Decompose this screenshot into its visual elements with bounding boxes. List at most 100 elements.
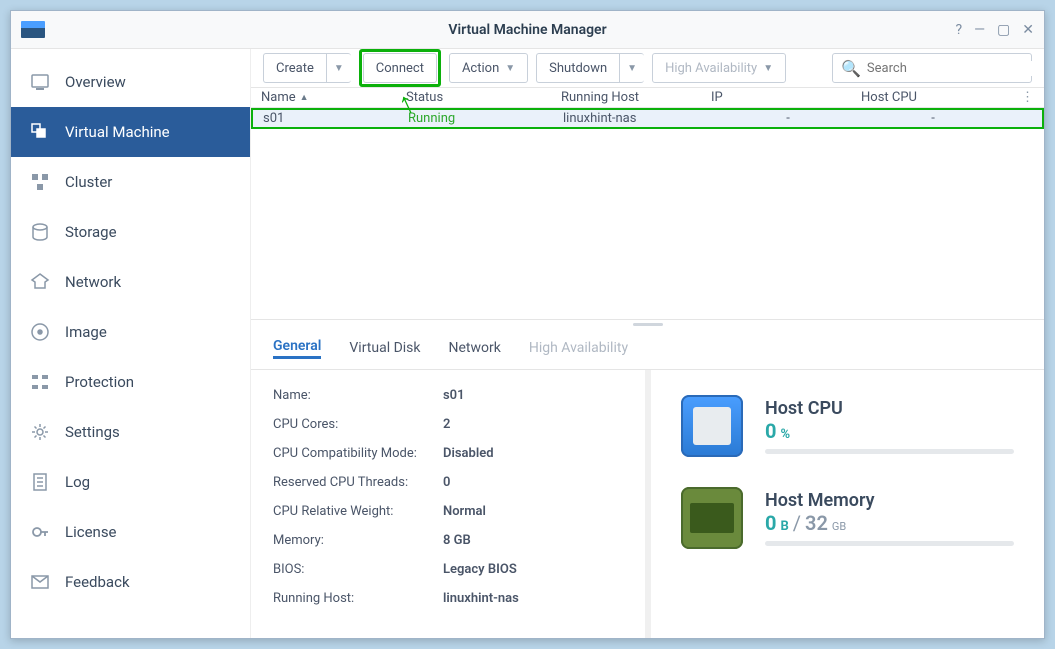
minimize-icon[interactable]: — — [974, 22, 985, 38]
action-button[interactable]: Action ▼ — [449, 53, 528, 83]
settings-icon — [29, 421, 51, 443]
sidebar-item-log[interactable]: Log — [11, 457, 250, 507]
col-more-icon[interactable]: ⋮ — [1021, 90, 1034, 105]
col-status[interactable]: Status — [406, 90, 561, 105]
sidebar-label: Storage — [65, 223, 117, 241]
create-caret[interactable]: ▼ — [326, 53, 351, 83]
prop-value: Legacy BIOS — [443, 562, 517, 577]
sidebar-item-cluster[interactable]: Cluster — [11, 157, 250, 207]
sidebar-label: Feedback — [65, 573, 130, 591]
license-icon — [29, 521, 51, 543]
sidebar-item-image[interactable]: Image — [11, 307, 250, 357]
chevron-down-icon: ▼ — [505, 63, 515, 74]
gauge-bar — [765, 541, 1014, 546]
sidebar-item-feedback[interactable]: Feedback — [11, 557, 250, 607]
action-label: Action — [462, 61, 499, 76]
prop-value: Normal — [443, 504, 486, 519]
sidebar-label: Log — [65, 473, 90, 491]
close-icon[interactable]: ✕ — [1022, 22, 1034, 38]
image-icon — [29, 321, 51, 343]
prop-label: Name: — [273, 388, 443, 403]
cell-status: Running — [408, 111, 563, 126]
prop-label: Reserved CPU Threads: — [273, 475, 443, 490]
cpu-icon — [681, 395, 743, 457]
sidebar-label: Settings — [65, 423, 120, 441]
col-host[interactable]: Running Host — [561, 90, 711, 105]
sidebar-label: Image — [65, 323, 107, 341]
sidebar-label: Protection — [65, 373, 134, 391]
cell-host: linuxhint-nas — [563, 111, 713, 126]
help-icon[interactable]: ? — [955, 22, 962, 38]
chevron-down-icon: ▼ — [763, 63, 773, 74]
connect-button[interactable]: Connect — [363, 53, 437, 83]
prop-label: BIOS: — [273, 562, 443, 577]
window-title: Virtual Machine Manager — [448, 22, 606, 38]
detail-tabs: General Virtual Disk Network High Availa… — [251, 328, 1044, 370]
vm-icon — [29, 121, 51, 143]
sidebar-label: Virtual Machine — [65, 123, 170, 141]
search-box[interactable]: 🔍 — [832, 53, 1032, 83]
app-icon — [21, 21, 45, 39]
toolbar: Create ▼ Connect Action ▼ Shutdown ▼ High… — [251, 49, 1044, 87]
tab-virtual-disk[interactable]: Virtual Disk — [349, 340, 420, 358]
drag-handle[interactable] — [251, 320, 1044, 328]
gauge-memory: Host Memory 0B / 32GB — [681, 487, 1014, 549]
col-cpu[interactable]: Host CPU — [861, 90, 1001, 105]
sidebar-item-license[interactable]: License — [11, 507, 250, 557]
sidebar: Overview Virtual Machine Cluster Storage… — [11, 49, 251, 638]
app-window: Virtual Machine Manager ? — ▢ ✕ Overview… — [10, 10, 1045, 639]
prop-value: 2 — [443, 417, 450, 432]
sidebar-label: Network — [65, 273, 121, 291]
sidebar-label: Cluster — [65, 173, 112, 191]
cell-ip: - — [713, 111, 863, 126]
search-input[interactable] — [867, 61, 1033, 76]
sidebar-item-overview[interactable]: Overview — [11, 57, 250, 107]
prop-value: linuxhint-nas — [443, 591, 519, 606]
connect-highlight: Connect — [359, 49, 441, 87]
prop-value: Disabled — [443, 446, 494, 461]
tab-network[interactable]: Network — [449, 340, 501, 358]
search-icon: 🔍 — [841, 59, 861, 78]
table-row[interactable]: s01 Running linuxhint-nas - - — [251, 108, 1044, 129]
gauge-bar — [765, 449, 1014, 454]
gauge-value: 0% — [765, 419, 1014, 443]
protection-icon — [29, 371, 51, 393]
cluster-icon — [29, 171, 51, 193]
prop-value: 0 — [443, 475, 450, 490]
prop-label: CPU Relative Weight: — [273, 504, 443, 519]
create-button-group: Create ▼ — [263, 53, 351, 83]
create-button[interactable]: Create — [263, 53, 326, 83]
prop-value: s01 — [443, 388, 465, 403]
properties-list: Name:s01 CPU Cores:2 CPU Compatibility M… — [251, 370, 651, 638]
tab-general[interactable]: General — [273, 338, 321, 359]
memory-icon — [681, 487, 743, 549]
maximize-icon[interactable]: ▢ — [997, 22, 1010, 38]
shutdown-button[interactable]: Shutdown — [536, 53, 619, 83]
gauge-cpu: Host CPU 0% — [681, 395, 1014, 457]
storage-icon — [29, 221, 51, 243]
chevron-down-icon: ▼ — [334, 63, 344, 74]
sidebar-label: Overview — [65, 73, 126, 91]
gauge-title: Host Memory — [765, 490, 1014, 511]
sidebar-item-network[interactable]: Network — [11, 257, 250, 307]
ha-button[interactable]: High Availability▼ — [652, 53, 786, 83]
log-icon — [29, 471, 51, 493]
tab-ha[interactable]: High Availability — [529, 340, 628, 358]
titlebar: Virtual Machine Manager ? — ▢ ✕ — [11, 11, 1044, 49]
prop-value: 8 GB — [443, 533, 471, 548]
sidebar-label: License — [65, 523, 117, 541]
gauges: Host CPU 0% Host Memory 0B — [651, 370, 1044, 638]
sidebar-item-storage[interactable]: Storage — [11, 207, 250, 257]
gauge-value: 0B / 32GB — [765, 511, 1014, 535]
gauge-title: Host CPU — [765, 398, 1014, 419]
sidebar-item-virtual-machine[interactable]: Virtual Machine — [11, 107, 250, 157]
prop-label: Running Host: — [273, 591, 443, 606]
col-name[interactable]: Name▲ — [261, 90, 406, 105]
network-icon — [29, 271, 51, 293]
sidebar-item-settings[interactable]: Settings — [11, 407, 250, 457]
overview-icon — [29, 71, 51, 93]
feedback-icon — [29, 571, 51, 593]
shutdown-caret[interactable]: ▼ — [619, 53, 644, 83]
sidebar-item-protection[interactable]: Protection — [11, 357, 250, 407]
col-ip[interactable]: IP — [711, 90, 861, 105]
